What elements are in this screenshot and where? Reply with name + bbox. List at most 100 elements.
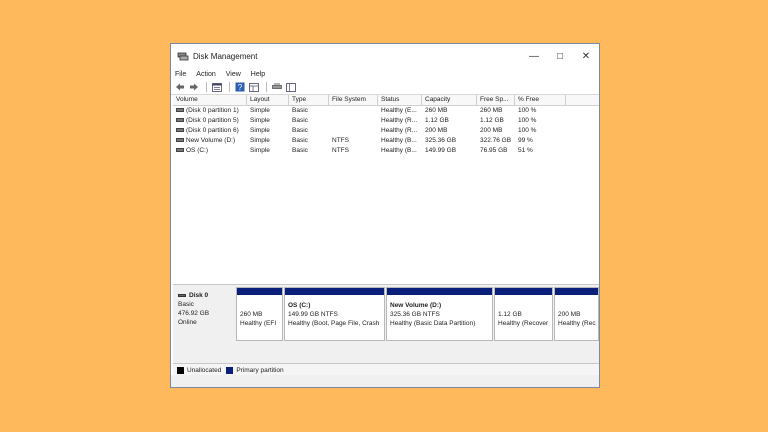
partition-status: Healthy (Basic Data Partition) [390,320,476,327]
volume-name: (Disk 0 partition 6) [186,127,239,134]
disk-icon [178,293,186,297]
partition-bar [555,288,598,295]
partition-name: New Volume (D:) [390,302,442,309]
volume-type: Basic [292,127,308,134]
legend-unallocated: Unallocated [187,366,222,374]
volume-icon [176,138,184,143]
volume-name: (Disk 0 partition 5) [186,117,239,124]
menu-view[interactable]: View [226,71,241,78]
volume-layout: Simple [250,127,270,134]
column-layout[interactable]: Layout [247,95,289,105]
menu-file[interactable]: File [175,71,186,78]
disk-size: 476.92 GB [178,310,210,317]
volume-row[interactable]: OS (C:) Simple Basic NTFS Healthy (B... … [173,146,599,156]
column-percent-free[interactable]: % Free [515,95,566,105]
partition-new-volume[interactable]: New Volume (D:) 325.36 GB NTFS Healthy (… [386,287,493,341]
partition-efi[interactable]: 260 MB Healthy (EFI [236,287,283,341]
window-title: Disk Management [193,51,258,61]
volume-type: Basic [292,147,308,154]
volume-type: Basic [292,137,308,144]
menu-action[interactable]: Action [196,71,215,78]
partition-status: Healthy (Rec [558,320,596,327]
maximize-button[interactable]: □ [547,44,573,68]
console-icon[interactable] [248,82,260,93]
partition-recovery-2[interactable]: 200 MB Healthy (Rec [554,287,599,341]
disk-management-icon [177,52,189,61]
volume-name: New Volume (D:) [186,137,236,144]
toolbar-separator [229,82,230,92]
toolbar-separator [266,82,267,92]
volume-layout: Simple [250,107,270,114]
partition-size: 200 MB [558,311,581,318]
forward-icon[interactable] [188,82,200,93]
volume-name: (Disk 0 partition 1) [186,107,239,114]
volume-capacity: 325.36 GB [425,137,457,144]
volume-percent-free: 100 % [518,127,537,134]
volume-row[interactable]: New Volume (D:) Simple Basic NTFS Health… [173,136,599,146]
volume-icon [176,148,184,153]
volume-free-space: 322.76 GB [480,137,512,144]
connect-icon[interactable] [271,82,283,93]
partition-name [240,301,282,310]
volume-capacity: 200 MB [425,127,448,134]
help-icon[interactable]: ? [234,82,246,93]
partition-name [498,301,552,310]
partition-bar [495,288,552,295]
partition-size: 260 MB [240,311,263,318]
disk-management-window: Disk Management — □ ✕ File Action View H… [170,43,600,388]
volume-percent-free: 99 % [518,137,533,144]
partition-bar [285,288,384,295]
volume-type: Basic [292,107,308,114]
status-bar [171,375,599,387]
volume-status: Healthy (R... [381,117,418,124]
volume-status: Healthy (B... [381,147,417,154]
partition-bar [237,288,282,295]
volume-list: Volume Layout Type File System Status Ca… [173,95,599,279]
partition-size: 325.36 GB NTFS [390,311,440,318]
volume-icon [176,118,184,123]
volume-row[interactable]: (Disk 0 partition 6) Simple Basic Health… [173,126,599,136]
volume-file-system: NTFS [332,137,349,144]
back-icon[interactable] [174,82,186,93]
disk-info[interactable]: Disk 0 Basic 476.92 GB Online [173,285,235,341]
volume-free-space: 76.95 GB [480,147,508,154]
column-file-system[interactable]: File System [329,95,378,105]
column-free-space[interactable]: Free Sp... [477,95,515,105]
volume-file-system: NTFS [332,147,349,154]
column-status[interactable]: Status [378,95,422,105]
minimize-button[interactable]: — [521,44,547,68]
volume-layout: Simple [250,137,270,144]
column-type[interactable]: Type [289,95,329,105]
legend-swatch-unallocated [177,366,184,374]
volume-free-space: 200 MB [480,127,503,134]
menu-help[interactable]: Help [251,71,265,78]
volume-row[interactable]: (Disk 0 partition 1) Simple Basic Health… [173,106,599,116]
volume-list-header: Volume Layout Type File System Status Ca… [173,95,599,106]
disk-type: Basic [178,301,194,308]
volume-file-system [329,116,378,126]
volume-status: Healthy (B... [381,137,417,144]
menu-bar: File Action View Help [171,68,599,80]
properties-icon[interactable] [211,82,223,93]
partition-recovery[interactable]: 1.12 GB Healthy (Recover [494,287,553,341]
disk-state: Online [178,319,197,326]
column-capacity[interactable]: Capacity [422,95,477,105]
volume-status: Healthy (R... [381,127,418,134]
volume-type: Basic [292,117,308,124]
column-volume[interactable]: Volume [173,95,247,105]
close-button[interactable]: ✕ [573,44,599,68]
partition-status: Healthy (Boot, Page File, Crash [288,320,380,327]
partition-os[interactable]: OS (C:) 149.99 GB NTFS Healthy (Boot, Pa… [284,287,385,341]
disk-name: Disk 0 [189,292,209,299]
volume-row[interactable]: (Disk 0 partition 5) Simple Basic Health… [173,116,599,126]
pane-icon[interactable] [285,82,297,93]
volume-icon [176,128,184,133]
volume-file-system [329,126,378,136]
partition-name: OS (C:) [288,302,311,309]
volume-free-space: 1.12 GB [480,117,504,124]
volume-percent-free: 100 % [518,117,537,124]
partition-size: 1.12 GB [498,311,522,318]
volume-file-system [329,106,378,116]
partition-status: Healthy (Recover [498,320,549,327]
volume-icon [176,108,184,113]
